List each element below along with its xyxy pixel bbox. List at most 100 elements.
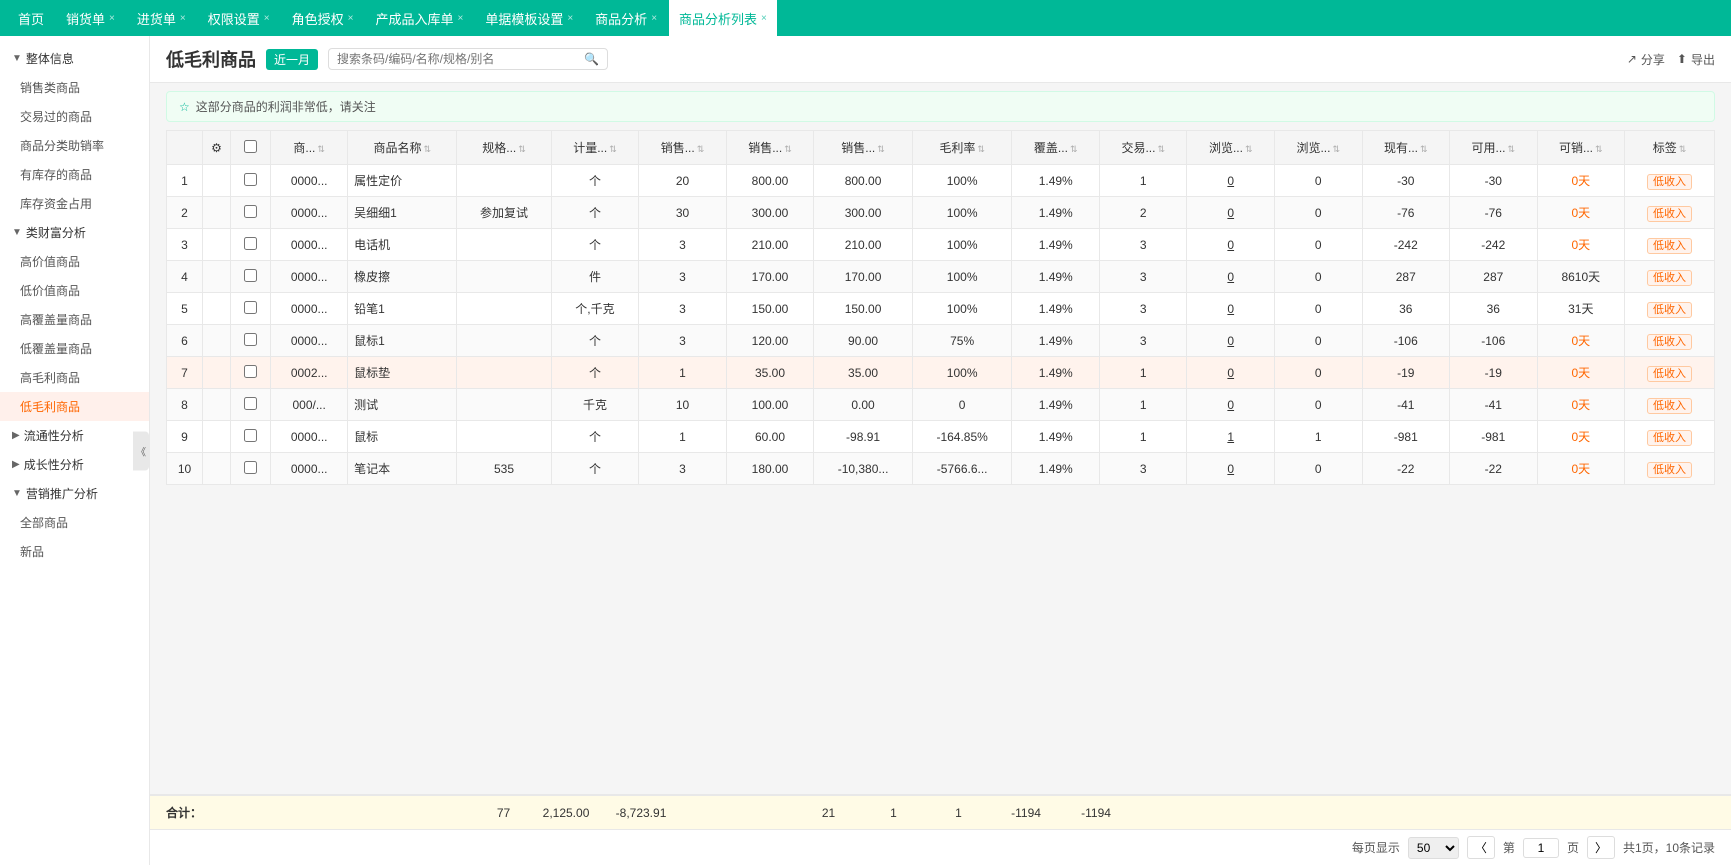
sidebar-item-low-margin[interactable]: 低毛利商品 — [0, 392, 149, 421]
cell-views1[interactable]: 0 — [1187, 389, 1275, 421]
views1-link[interactable]: 0 — [1227, 238, 1234, 252]
sidebar-item-inventory-capital[interactable]: 库存资金占用 — [0, 189, 149, 218]
col-trade-header[interactable]: 交易...⇅ — [1099, 131, 1187, 165]
nav-stock-in[interactable]: 产成品入库单 × — [365, 0, 473, 36]
cell-views1[interactable]: 0 — [1187, 325, 1275, 357]
cell-check[interactable] — [231, 261, 271, 293]
nav-roles-close[interactable]: × — [348, 13, 354, 24]
nav-sales-close[interactable]: × — [109, 13, 115, 24]
views1-link[interactable]: 0 — [1227, 174, 1234, 188]
row-checkbox[interactable] — [244, 237, 257, 250]
sidebar-item-category-rate[interactable]: 商品分类助销率 — [0, 131, 149, 160]
views1-link[interactable]: 0 — [1227, 302, 1234, 316]
row-checkbox[interactable] — [244, 301, 257, 314]
select-all-checkbox[interactable] — [244, 140, 257, 153]
row-checkbox[interactable] — [244, 365, 257, 378]
cell-views1[interactable]: 1 — [1187, 421, 1275, 453]
settings-icon[interactable]: ⚙ — [211, 141, 222, 155]
sidebar-group-circulation[interactable]: ▶ 流通性分析 — [0, 421, 149, 450]
nav-sales[interactable]: 销货单 × — [56, 0, 125, 36]
sidebar-item-low-value[interactable]: 低价值商品 — [0, 276, 149, 305]
col-gross-rate-header[interactable]: 毛利率⇅ — [912, 131, 1012, 165]
cell-views1[interactable]: 0 — [1187, 293, 1275, 325]
row-checkbox[interactable] — [244, 397, 257, 410]
nav-template-close[interactable]: × — [567, 13, 573, 24]
cell-check[interactable] — [231, 165, 271, 197]
sidebar-item-all-products[interactable]: 全部商品 — [0, 508, 149, 537]
col-sales-qty-header[interactable]: 销售...⇅ — [639, 131, 727, 165]
col-spec-header[interactable]: 规格...⇅ — [457, 131, 551, 165]
sidebar-item-new-products[interactable]: 新品 — [0, 537, 149, 566]
col-available-header[interactable]: 可用...⇅ — [1450, 131, 1538, 165]
sidebar-group-growth[interactable]: ▶ 成长性分析 — [0, 450, 149, 479]
search-input[interactable] — [337, 52, 580, 66]
nav-purchase[interactable]: 进货单 × — [127, 0, 196, 36]
share-btn[interactable]: ↗ 分享 — [1627, 51, 1665, 68]
cell-views1[interactable]: 0 — [1187, 261, 1275, 293]
export-btn[interactable]: ⬆ 导出 — [1677, 51, 1715, 68]
cell-views1[interactable]: 0 — [1187, 229, 1275, 261]
nav-stock-in-close[interactable]: × — [457, 13, 463, 24]
views1-link[interactable]: 0 — [1227, 206, 1234, 220]
nav-permissions-close[interactable]: × — [264, 13, 270, 24]
row-checkbox[interactable] — [244, 333, 257, 346]
nav-permissions[interactable]: 权限设置 × — [198, 0, 280, 36]
col-views2-header[interactable]: 浏览...⇅ — [1275, 131, 1363, 165]
col-coverage-header[interactable]: 覆盖...⇅ — [1012, 131, 1100, 165]
cell-views1[interactable]: 0 — [1187, 357, 1275, 389]
per-page-select[interactable]: 50 20 100 — [1408, 837, 1459, 859]
prev-page-btn[interactable]: 〈 — [1467, 836, 1495, 859]
cell-check[interactable] — [231, 229, 271, 261]
row-checkbox[interactable] — [244, 173, 257, 186]
row-checkbox[interactable] — [244, 205, 257, 218]
search-icon[interactable]: 🔍 — [584, 52, 599, 66]
views1-link[interactable]: 1 — [1227, 430, 1234, 444]
views1-link[interactable]: 0 — [1227, 398, 1234, 412]
col-name-header[interactable]: 商品名称⇅ — [348, 131, 457, 165]
sidebar-item-high-value[interactable]: 高价值商品 — [0, 247, 149, 276]
nav-product-analysis-list-close[interactable]: × — [761, 13, 767, 24]
nav-purchase-close[interactable]: × — [180, 13, 186, 24]
cell-check[interactable] — [231, 293, 271, 325]
sidebar-collapse-btn[interactable]: 《 — [133, 431, 149, 470]
row-checkbox[interactable] — [244, 429, 257, 442]
col-current-header[interactable]: 现有...⇅ — [1362, 131, 1450, 165]
views1-link[interactable]: 0 — [1227, 270, 1234, 284]
cell-check[interactable] — [231, 421, 271, 453]
sidebar-item-sales-products[interactable]: 销售类商品 — [0, 73, 149, 102]
views1-link[interactable]: 0 — [1227, 462, 1234, 476]
nav-product-analysis-list[interactable]: 商品分析列表 × — [669, 0, 777, 36]
col-tag-header[interactable]: 标签⇅ — [1625, 131, 1715, 165]
cell-check[interactable] — [231, 197, 271, 229]
cell-check[interactable] — [231, 389, 271, 421]
nav-home[interactable]: 首页 — [8, 0, 54, 36]
cell-views1[interactable]: 0 — [1187, 165, 1275, 197]
period-btn[interactable]: 近一月 — [266, 49, 318, 70]
nav-template[interactable]: 单据模板设置 × — [475, 0, 583, 36]
sidebar-item-low-coverage[interactable]: 低覆盖量商品 — [0, 334, 149, 363]
sidebar-item-high-coverage[interactable]: 高覆盖量商品 — [0, 305, 149, 334]
next-page-btn[interactable]: 〉 — [1587, 836, 1615, 859]
page-input[interactable] — [1523, 838, 1559, 858]
views1-link[interactable]: 0 — [1227, 366, 1234, 380]
col-sales-price-header[interactable]: 销售...⇅ — [726, 131, 814, 165]
sidebar-item-traded-products[interactable]: 交易过的商品 — [0, 102, 149, 131]
nav-roles[interactable]: 角色授权 × — [282, 0, 364, 36]
cell-check[interactable] — [231, 325, 271, 357]
col-sellable-header[interactable]: 可销...⇅ — [1537, 131, 1625, 165]
cell-check[interactable] — [231, 357, 271, 389]
col-sales-amount-header[interactable]: 销售...⇅ — [814, 131, 913, 165]
sidebar-group-overall[interactable]: ▼ 整体信息 — [0, 44, 149, 73]
nav-product-analysis-close[interactable]: × — [651, 13, 657, 24]
col-unit-header[interactable]: 计量...⇅ — [551, 131, 639, 165]
cell-check[interactable] — [231, 453, 271, 485]
sidebar-item-in-stock[interactable]: 有库存的商品 — [0, 160, 149, 189]
views1-link[interactable]: 0 — [1227, 334, 1234, 348]
col-settings-header[interactable]: ⚙ — [203, 131, 231, 165]
sidebar-group-marketing[interactable]: ▼ 营销推广分析 — [0, 479, 149, 508]
cell-views1[interactable]: 0 — [1187, 453, 1275, 485]
row-checkbox[interactable] — [244, 461, 257, 474]
col-code-header[interactable]: 商...⇅ — [271, 131, 348, 165]
col-views1-header[interactable]: 浏览...⇅ — [1187, 131, 1275, 165]
sidebar-item-high-margin[interactable]: 高毛利商品 — [0, 363, 149, 392]
